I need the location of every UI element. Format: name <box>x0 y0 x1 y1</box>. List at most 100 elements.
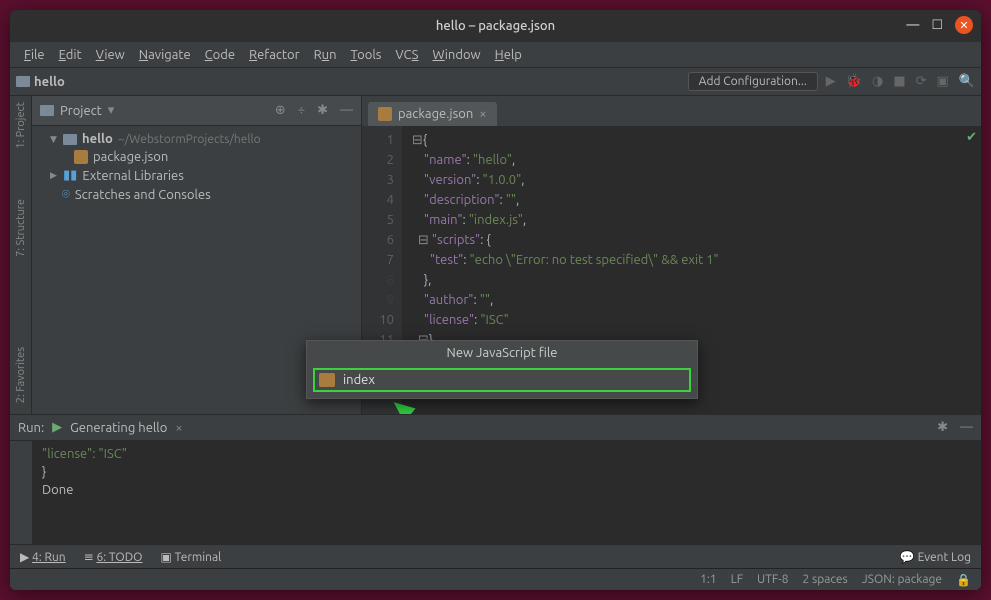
close-run-tab-icon[interactable]: × <box>175 421 182 435</box>
lineno: 3 <box>362 170 394 190</box>
menu-view[interactable]: View <box>90 46 131 64</box>
lineno: 6 <box>362 230 394 250</box>
filename-input[interactable] <box>341 372 461 388</box>
locate-icon[interactable]: ⊕ <box>275 103 286 118</box>
run-settings-icon[interactable]: ✱ <box>937 420 948 435</box>
bb-eventlog[interactable]: 💬 Event Log <box>900 550 971 564</box>
titlebar: hello – package.json — ☐ ✕ <box>10 10 981 42</box>
run-icon[interactable]: ▶ <box>826 74 836 89</box>
menu-help[interactable]: Help <box>489 46 528 64</box>
close-button[interactable]: ✕ <box>955 16 973 34</box>
menu-code[interactable]: Code <box>199 46 241 64</box>
ide-window: hello – package.json — ☐ ✕ File Edit Vie… <box>10 10 981 590</box>
scratch-label: Scratches and Consoles <box>75 188 211 202</box>
line-ending[interactable]: LF <box>731 573 743 586</box>
left-toolwindow-strip: 1: Project 7: Structure 2: Favorites npm <box>10 96 32 414</box>
encoding[interactable]: UTF-8 <box>757 573 788 586</box>
stop-icon[interactable]: ■ <box>893 74 905 89</box>
maximize-button[interactable]: ☐ <box>931 18 943 33</box>
lineno: 4 <box>362 190 394 210</box>
lineno: 7 <box>362 250 394 270</box>
debug-icon[interactable]: 🐞 <box>846 74 862 89</box>
menu-tools[interactable]: Tools <box>345 46 388 64</box>
gear-icon[interactable]: ✱ <box>317 103 328 118</box>
search-everywhere-icon[interactable]: 🔍 <box>959 74 975 89</box>
popup-title: New JavaScript file <box>307 341 697 368</box>
updates-icon[interactable]: ⟳ <box>916 74 927 89</box>
lineno: 2 <box>362 150 394 170</box>
inspections-ok-icon[interactable]: ✔ <box>966 130 977 145</box>
folder-icon <box>16 76 30 87</box>
bb-terminal[interactable]: ▣ Terminal <box>161 550 222 564</box>
indent[interactable]: 2 spaces <box>802 573 847 586</box>
run-output[interactable]: "license": "ISC" } Done <box>32 441 981 544</box>
menubar: File Edit View Navigate Code Refactor Ru… <box>10 42 981 68</box>
tree-scratches[interactable]: ⌾ Scratches and Consoles <box>32 185 361 204</box>
ext-label: External Libraries <box>82 169 184 183</box>
chevron-right-icon[interactable]: ▶ <box>50 170 58 181</box>
json-file-icon <box>74 150 88 164</box>
library-icon: ▮▮ <box>63 168 77 183</box>
tree-external-libraries[interactable]: ▶ ▮▮ External Libraries <box>32 166 361 185</box>
window-icon[interactable]: ▣ <box>937 74 949 89</box>
tab-favorites[interactable]: 2: Favorites <box>15 347 27 403</box>
bb-todo[interactable]: ≡ 6: TODO <box>84 550 143 564</box>
menu-navigate[interactable]: Navigate <box>133 46 197 64</box>
caret-position[interactable]: 1:1 <box>700 573 717 586</box>
schema[interactable]: JSON: package <box>862 573 942 586</box>
menu-refactor[interactable]: Refactor <box>243 46 306 64</box>
tab-structure[interactable]: 7: Structure <box>15 199 27 257</box>
navbar: hello Add Configuration... ▶ 🐞 ◑ ■ ⟳ ▣ 🔍 <box>10 68 981 96</box>
project-header: Project ▾ ⊕ ÷ ✱ — <box>32 96 361 126</box>
minimize-button[interactable]: — <box>906 18 919 32</box>
output-line: "license": "ISC" <box>42 447 127 461</box>
lineno: 10 <box>362 310 394 330</box>
popup-input-row <box>313 368 691 392</box>
lineno: 8 <box>362 270 394 290</box>
tab-project[interactable]: 1: Project <box>15 102 27 149</box>
menu-window[interactable]: Window <box>426 46 486 64</box>
bb-run[interactable]: ▶ 4: Run <box>20 550 66 564</box>
menu-file[interactable]: File <box>18 46 51 64</box>
menu-run[interactable]: Run <box>308 46 343 64</box>
chevron-down-icon[interactable]: ▾ <box>108 103 115 118</box>
run-task: Generating hello <box>70 421 167 435</box>
lineno: 9 <box>362 290 394 310</box>
json-file-icon <box>378 107 392 121</box>
run-title: Run: <box>18 421 44 435</box>
project-title: Project <box>60 104 102 118</box>
coverage-icon[interactable]: ◑ <box>872 74 883 89</box>
project-path: ~/WebstormProjects/hello <box>118 133 261 146</box>
statusbar: 1:1 LF UTF-8 2 spaces JSON: package 🔒 <box>10 568 981 590</box>
output-line: } <box>42 463 971 481</box>
run-play-icon[interactable]: ▶ <box>52 420 62 435</box>
menu-edit[interactable]: Edit <box>53 46 88 64</box>
collapse-icon[interactable]: ÷ <box>298 103 305 118</box>
chevron-down-icon[interactable]: ▼ <box>50 134 58 145</box>
run-toolwindow: Run: ▶ Generating hello × ✱ — "license":… <box>10 414 981 544</box>
lock-icon[interactable]: 🔒 <box>956 573 971 587</box>
tab-package-json[interactable]: package.json × <box>368 102 497 126</box>
file-label: package.json <box>93 150 168 164</box>
breadcrumb-project: hello <box>34 75 65 89</box>
output-line: Done <box>42 481 971 499</box>
add-configuration-button[interactable]: Add Configuration... <box>688 72 818 91</box>
folder-icon <box>63 134 77 145</box>
run-action-strip[interactable] <box>10 441 32 544</box>
breadcrumb[interactable]: hello <box>16 75 65 89</box>
close-tab-icon[interactable]: × <box>479 107 486 121</box>
js-file-icon <box>319 373 335 387</box>
tree-file-package-json[interactable]: package.json <box>32 148 361 166</box>
bottom-toolstrip: ▶ 4: Run ≡ 6: TODO ▣ Terminal 💬 Event Lo… <box>10 544 981 568</box>
run-hide-icon[interactable]: — <box>960 420 973 435</box>
lineno: 5 <box>362 210 394 230</box>
folder-icon <box>40 105 54 116</box>
hide-icon[interactable]: — <box>340 103 353 118</box>
tab-label: package.json <box>398 107 473 121</box>
project-name: hello <box>82 132 113 146</box>
workarea: 1: Project 7: Structure 2: Favorites npm… <box>10 96 981 414</box>
scratch-icon: ⌾ <box>62 187 70 202</box>
project-tree[interactable]: ▼ hello ~/WebstormProjects/hello package… <box>32 126 361 208</box>
tree-project-root[interactable]: ▼ hello ~/WebstormProjects/hello <box>32 130 361 148</box>
menu-vcs[interactable]: VCS <box>389 46 424 64</box>
